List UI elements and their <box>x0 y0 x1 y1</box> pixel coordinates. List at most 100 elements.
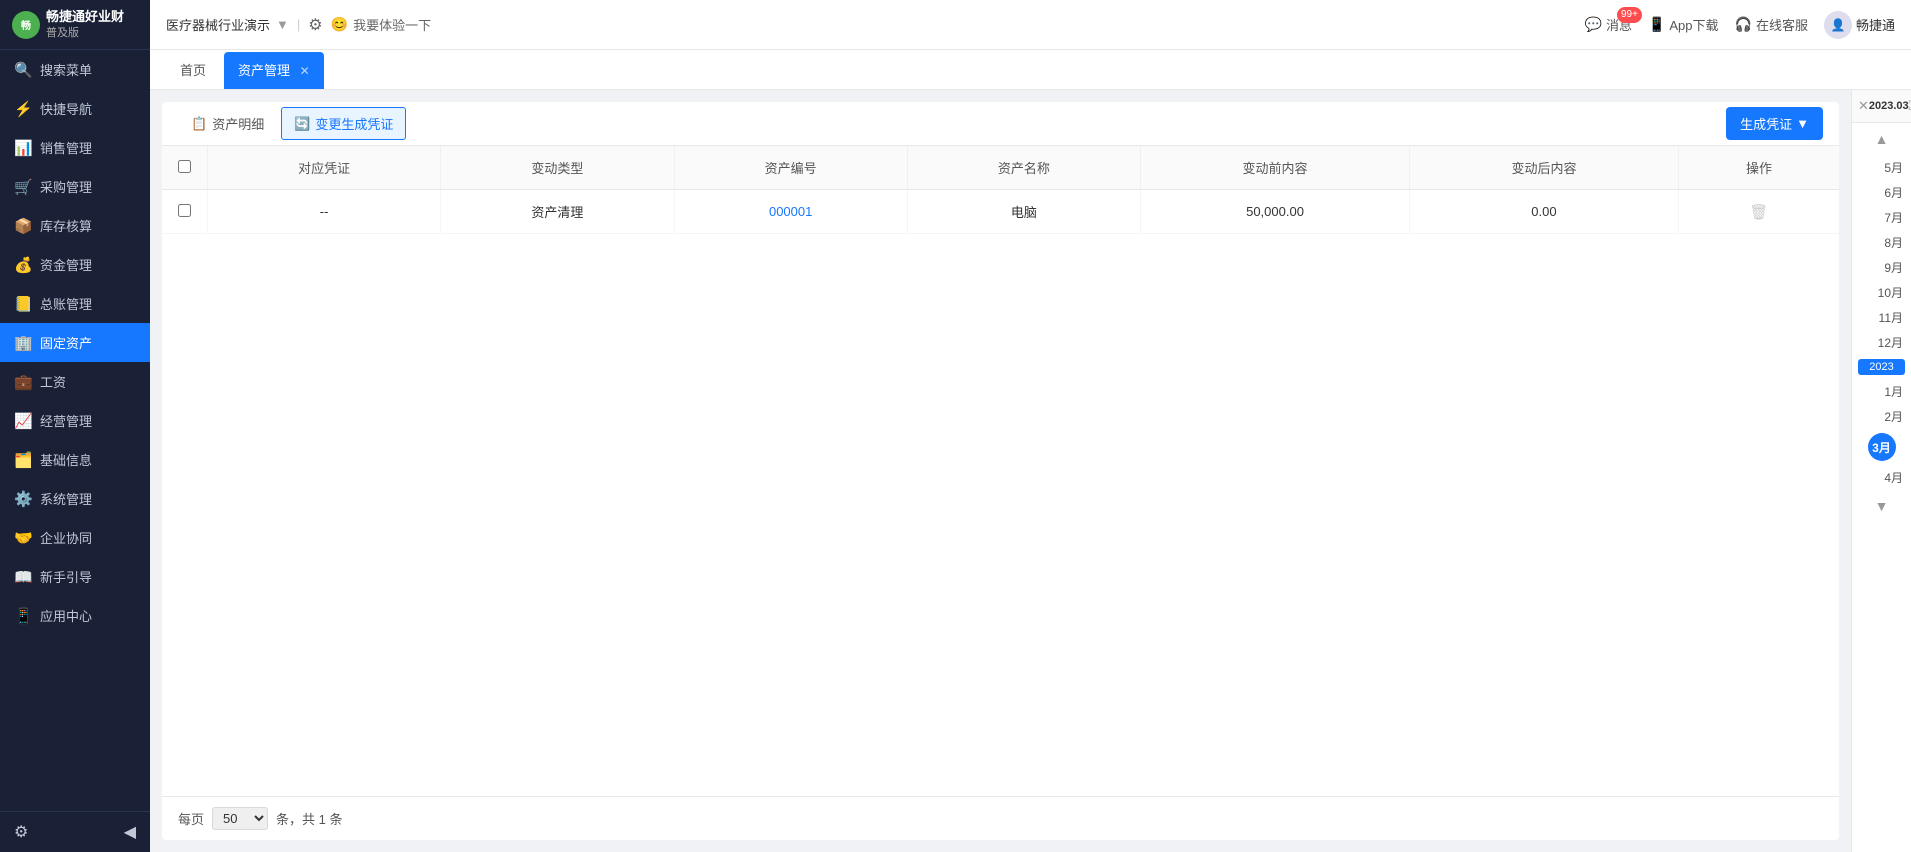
settings-footer-icon[interactable]: ⚙ <box>14 822 28 842</box>
chevron-down-icon: ▼ <box>1796 116 1809 131</box>
total-text: 条，共 1 条 <box>276 809 342 828</box>
date-panel-close-icon[interactable]: ✕ <box>1858 98 1869 114</box>
date-nav-up[interactable]: ▲ <box>1870 127 1894 151</box>
handshake-icon: 🤝 <box>14 529 32 547</box>
sidebar-menu: 🔍 搜索菜单 ⚡ 快捷导航 📊 销售管理 🛒 采购管理 📦 库存核算 💰 资金管… <box>0 50 150 811</box>
chart-icon: 📊 <box>14 139 32 157</box>
date-nav-down[interactable]: ▼ <box>1870 494 1894 518</box>
money-icon: 💰 <box>14 256 32 274</box>
customer-service-label: 在线客服 <box>1756 15 1808 34</box>
sidebar-item-label: 应用中心 <box>40 606 92 625</box>
sidebar-item-label: 系统管理 <box>40 489 92 508</box>
subtab-change-voucher[interactable]: 🔄 变更生成凭证 <box>281 107 406 140</box>
date-panel: ✕ 2023.03 ⛶ ▲ 5月 6月 7月 8月 9月 10月 11月 12月… <box>1851 90 1911 852</box>
date-panel-year-label: 2023.03 <box>1869 100 1909 112</box>
month-item-1[interactable]: 1月 <box>1852 379 1911 404</box>
experience-link[interactable]: 😊 我要体验一下 <box>331 15 431 34</box>
sidebar-item-label: 工资 <box>40 372 66 391</box>
sidebar-item-system[interactable]: ⚙️ 系统管理 <box>0 479 150 518</box>
app-download-action[interactable]: 📱 App下载 <box>1648 15 1719 34</box>
td-change-type: 资产清理 <box>441 190 674 234</box>
month-item-3-selected[interactable]: 3月 <box>1868 433 1896 461</box>
sidebar-item-inventory[interactable]: 📦 库存核算 <box>0 206 150 245</box>
th-voucher: 对应凭证 <box>208 146 441 190</box>
main-card: 📋 资产明细 🔄 变更生成凭证 生成凭证 ▼ <box>162 102 1839 840</box>
table-row: -- 资产清理 000001 电脑 50,000.00 0.00 🗑 <box>162 190 1839 234</box>
page-size-label: 每页 <box>178 809 204 828</box>
company-selector[interactable]: 医疗器械行业演示 ▼ <box>166 15 289 34</box>
app-download-label: App下载 <box>1669 15 1718 34</box>
tab-asset-mgmt[interactable]: 资产管理 ✕ <box>224 52 324 89</box>
td-before-change: 50,000.00 <box>1141 190 1410 234</box>
company-name: 医疗器械行业演示 <box>166 15 270 34</box>
chevron-down-icon: ▼ <box>276 17 289 32</box>
sidebar-item-salary[interactable]: 💼 工资 <box>0 362 150 401</box>
collapse-icon[interactable]: ◀ <box>124 822 136 842</box>
sidebar-item-base-info[interactable]: 🗂️ 基础信息 <box>0 440 150 479</box>
sidebar-item-corp[interactable]: 🤝 企业协同 <box>0 518 150 557</box>
topbar: 医疗器械行业演示 ▼ | ⚙ 😊 我要体验一下 💬 消息 99+ 📱 App下载… <box>150 0 1911 50</box>
sidebar-item-label: 新手引导 <box>40 567 92 586</box>
month-item-8[interactable]: 8月 <box>1852 230 1911 255</box>
trend-icon: 📈 <box>14 412 32 430</box>
sidebar-item-fixed-assets[interactable]: 🏢 固定资产 <box>0 323 150 362</box>
sidebar-item-ledger[interactable]: 📒 总账管理 <box>0 284 150 323</box>
sidebar-item-search[interactable]: 🔍 搜索菜单 <box>0 50 150 89</box>
th-asset-name: 资产名称 <box>907 146 1140 190</box>
sidebar-item-label: 固定资产 <box>40 333 92 352</box>
tab-close-icon[interactable]: ✕ <box>300 64 310 78</box>
month-item-7[interactable]: 7月 <box>1852 205 1911 230</box>
tab-asset-mgmt-label: 资产管理 <box>238 63 290 78</box>
subtab-asset-detail[interactable]: 📋 资产明细 <box>178 107 277 140</box>
sidebar: 畅 畅捷通好业财 普及版 🔍 搜索菜单 ⚡ 快捷导航 📊 销售管理 🛒 采购管理… <box>0 0 150 852</box>
sidebar-item-label: 企业协同 <box>40 528 92 547</box>
month-item-11[interactable]: 11月 <box>1852 305 1911 330</box>
month-item-9[interactable]: 9月 <box>1852 255 1911 280</box>
message-badge: 99+ <box>1617 7 1642 23</box>
sidebar-item-guide[interactable]: 📖 新手引导 <box>0 557 150 596</box>
cart-icon: 🛒 <box>14 178 32 196</box>
sidebar-item-quick-nav[interactable]: ⚡ 快捷导航 <box>0 89 150 128</box>
sidebar-item-business[interactable]: 📈 经营管理 <box>0 401 150 440</box>
select-all-checkbox[interactable] <box>178 160 191 173</box>
td-voucher: -- <box>208 190 441 234</box>
sidebar-item-label: 库存核算 <box>40 216 92 235</box>
month-item-5[interactable]: 5月 <box>1852 155 1911 180</box>
tab-home-label: 首页 <box>180 63 206 78</box>
page-size-select[interactable]: 10 20 50 100 <box>212 807 268 830</box>
td-row-checkbox <box>162 190 208 234</box>
sidebar-item-label: 快捷导航 <box>40 99 92 118</box>
month-item-4[interactable]: 4月 <box>1852 465 1911 490</box>
table-wrapper: 对应凭证 变动类型 资产编号 资产名称 变动前内容 变动后内容 操作 <box>162 146 1839 796</box>
sidebar-item-sales[interactable]: 📊 销售管理 <box>0 128 150 167</box>
generate-voucher-button[interactable]: 生成凭证 ▼ <box>1726 107 1823 140</box>
phone-icon: 📱 <box>1648 16 1665 33</box>
sidebar-item-purchase[interactable]: 🛒 采购管理 <box>0 167 150 206</box>
month-item-6[interactable]: 6月 <box>1852 180 1911 205</box>
sidebar-item-label: 基础信息 <box>40 450 92 469</box>
username: 畅捷通 <box>1856 15 1895 34</box>
sidebar-item-app-center[interactable]: 📱 应用中心 <box>0 596 150 635</box>
th-action: 操作 <box>1678 146 1839 190</box>
avatar: 👤 <box>1824 11 1852 39</box>
row-checkbox[interactable] <box>178 204 191 217</box>
sidebar-item-label: 总账管理 <box>40 294 92 313</box>
user-action[interactable]: 👤 畅捷通 <box>1824 11 1895 39</box>
delete-icon[interactable]: 🗑 <box>1749 204 1768 221</box>
sidebar-item-fund[interactable]: 💰 资金管理 <box>0 245 150 284</box>
td-after-change: 0.00 <box>1409 190 1678 234</box>
topbar-settings-icon[interactable]: ⚙ <box>308 15 322 35</box>
box-icon: 📦 <box>14 217 32 235</box>
subtab-bar: 📋 资产明细 🔄 变更生成凭证 生成凭证 ▼ <box>162 102 1839 146</box>
tab-home[interactable]: 首页 <box>166 52 220 89</box>
sidebar-item-label: 采购管理 <box>40 177 92 196</box>
customer-service-action[interactable]: 🎧 在线客服 <box>1735 15 1808 34</box>
month-item-2[interactable]: 2月 <box>1852 404 1911 429</box>
month-item-10[interactable]: 10月 <box>1852 280 1911 305</box>
year-badge: 2023 <box>1858 359 1905 375</box>
message-icon: 💬 <box>1585 16 1602 33</box>
date-panel-header: ✕ 2023.03 ⛶ <box>1852 90 1911 123</box>
th-asset-code: 资产编号 <box>674 146 907 190</box>
message-action[interactable]: 💬 消息 99+ <box>1585 15 1632 34</box>
month-item-12[interactable]: 12月 <box>1852 330 1911 355</box>
